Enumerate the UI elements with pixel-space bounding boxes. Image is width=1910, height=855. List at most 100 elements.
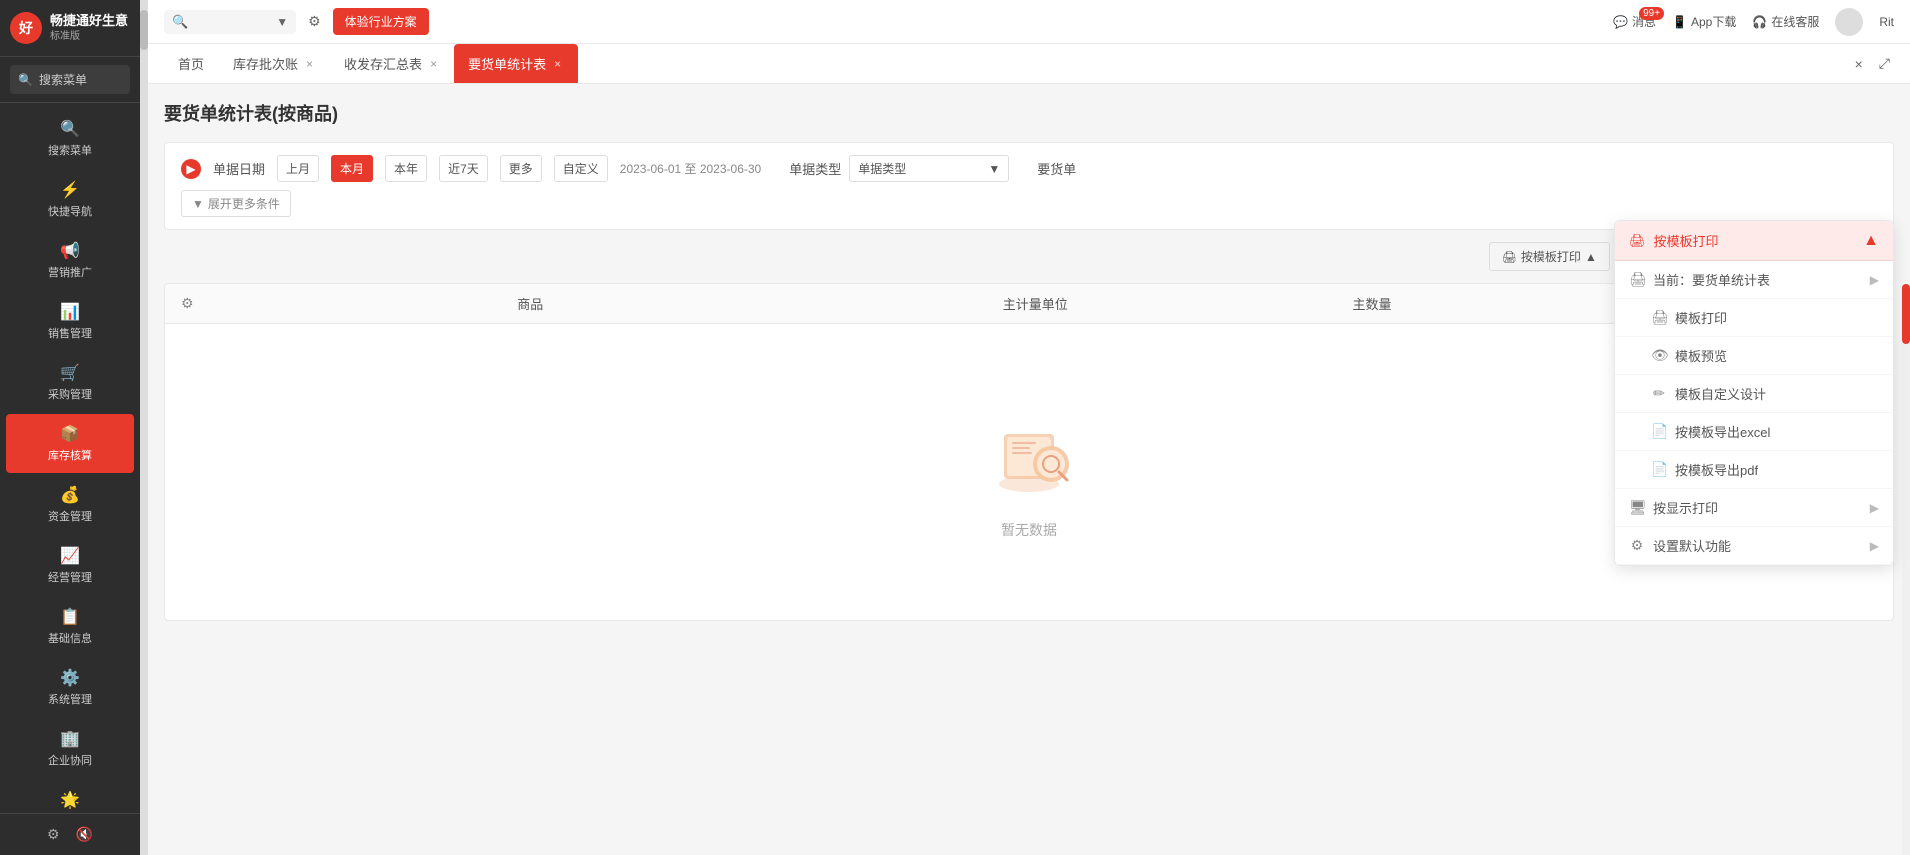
inventory-label: 库存核算 bbox=[48, 447, 92, 463]
header-search-dropdown[interactable]: ▼ bbox=[276, 15, 288, 29]
type-filter-select[interactable]: 单据类型 ▼ bbox=[849, 155, 1009, 182]
header-message[interactable]: 💬 消息 99+ bbox=[1613, 13, 1656, 30]
purchase-icon: 🛒 bbox=[60, 363, 80, 383]
print-icon: 🖨 bbox=[1502, 250, 1517, 264]
dropdown-template-pdf[interactable]: 📄 按模板导出pdf bbox=[1615, 451, 1893, 489]
date-range-display: 2023-06-01 至 2023-06-30 bbox=[620, 160, 761, 177]
search-menu-button[interactable]: 🔍 搜索菜单 bbox=[10, 65, 130, 94]
page-scrollbar-thumb bbox=[1902, 284, 1910, 344]
sidebar-item-system[interactable]: ⚙️ 系统管理 bbox=[6, 658, 134, 717]
header-search-box: 🔍 ▼ bbox=[164, 10, 296, 34]
close-tab-button[interactable]: × bbox=[1851, 52, 1867, 76]
dropdown-header: 🖨 按模板打印 ▲ bbox=[1615, 221, 1893, 261]
message-icon: 💬 bbox=[1613, 15, 1628, 29]
industry-button[interactable]: 体验行业方案 bbox=[333, 8, 429, 35]
tab-order-stats[interactable]: 要货单统计表 × bbox=[454, 44, 578, 83]
search-icon: 🔍 bbox=[60, 119, 80, 139]
sidebar-item-purchase[interactable]: 🛒 采购管理 bbox=[6, 353, 134, 412]
dropdown-current-label: 当前：要货单统计表 bbox=[1653, 270, 1770, 289]
print-dropdown-arrow: ▲ bbox=[1585, 250, 1597, 264]
filter-bar: ▶ 单据日期 上月 本月 本年 近7天 更多 自定义 2023-06-01 至 … bbox=[164, 142, 1894, 230]
col-header-product: 商品 bbox=[194, 294, 867, 313]
date-this-year[interactable]: 本年 bbox=[385, 155, 427, 182]
template-preview-label: 模板预览 bbox=[1675, 346, 1727, 365]
tabs-right-buttons: × ⤢ bbox=[1851, 51, 1894, 76]
sidebar-item-search[interactable]: 🔍 搜索菜单 bbox=[6, 109, 134, 168]
expand-more-button[interactable]: ▼ 展开更多条件 bbox=[181, 190, 291, 217]
template-print-icon: 🖨 bbox=[1651, 309, 1667, 326]
settings-bottom-icon[interactable]: ⚙ bbox=[43, 822, 64, 847]
template-custom-label: 模板自定义设计 bbox=[1675, 384, 1766, 403]
filter-expand-button[interactable]: ▶ bbox=[181, 159, 201, 179]
dropdown-current-item[interactable]: 🖨 当前：要货单统计表 ▶ bbox=[1615, 261, 1893, 299]
message-badge: 99+ bbox=[1639, 7, 1664, 20]
template-custom-icon: ✏ bbox=[1651, 385, 1667, 402]
tab-collect-close[interactable]: × bbox=[428, 58, 439, 70]
expand-more-icon: ▼ bbox=[192, 197, 204, 211]
search-label: 搜索菜单 bbox=[48, 142, 92, 158]
page-scrollbar[interactable] bbox=[1902, 284, 1910, 855]
tab-batch-close[interactable]: × bbox=[304, 58, 315, 70]
dropdown-template-excel[interactable]: 📄 按模板导出excel bbox=[1615, 413, 1893, 451]
type-filter-label: 单据类型 bbox=[789, 159, 841, 178]
dropdown-close-button[interactable]: ▲ bbox=[1863, 232, 1879, 250]
basic-icon: 📋 bbox=[60, 607, 80, 627]
default-func-arrow: ▶ bbox=[1870, 539, 1879, 553]
sidebar-item-operations[interactable]: 📈 经营管理 bbox=[6, 536, 134, 595]
current-icon: 🖨 bbox=[1629, 271, 1645, 288]
dropdown-template-print[interactable]: 🖨 模板打印 bbox=[1615, 299, 1893, 337]
username-label[interactable]: Rit bbox=[1879, 15, 1894, 29]
template-pdf-icon: 📄 bbox=[1651, 461, 1667, 478]
default-func-icon: ⚙ bbox=[1629, 537, 1645, 554]
date-more[interactable]: 更多 bbox=[500, 155, 542, 182]
marketing-icon: 📢 bbox=[60, 241, 80, 261]
shortcut-label: 快捷导航 bbox=[48, 203, 92, 219]
sidebar-item-enterprise[interactable]: 🏢 企业协同 bbox=[6, 719, 134, 778]
tab-batch[interactable]: 库存批次账 × bbox=[219, 44, 330, 83]
template-pdf-label: 按模板导出pdf bbox=[1675, 460, 1758, 479]
mute-bottom-icon[interactable]: 🔇 bbox=[72, 822, 97, 847]
column-settings-button[interactable]: ⚙ bbox=[181, 295, 194, 312]
tab-order-stats-close[interactable]: × bbox=[552, 58, 563, 70]
maximize-button[interactable]: ⤢ bbox=[1875, 51, 1894, 76]
operations-icon: 📈 bbox=[60, 546, 80, 566]
header-search-input[interactable] bbox=[192, 15, 272, 29]
tab-home[interactable]: 首页 bbox=[164, 44, 219, 83]
sidebar: 好 畅捷通好生意 标准版 🔍 搜索菜单 🔍 搜索菜单 ⚡ 快捷导航 📢 营销推广… bbox=[0, 0, 140, 855]
dropdown-template-custom[interactable]: ✏ 模板自定义设计 bbox=[1615, 375, 1893, 413]
user-avatar[interactable] bbox=[1835, 8, 1863, 36]
sidebar-item-inventory[interactable]: 📦 库存核算 bbox=[6, 414, 134, 473]
header-app-download[interactable]: 📱 App下载 bbox=[1672, 13, 1736, 30]
dropdown-header-left: 🖨 按模板打印 bbox=[1629, 231, 1719, 250]
sales-label: 销售管理 bbox=[48, 325, 92, 341]
sidebar-item-finance[interactable]: 💰 资金管理 bbox=[6, 475, 134, 534]
dropdown-template-preview[interactable]: 👁 模板预览 bbox=[1615, 337, 1893, 375]
sidebar-item-marketing[interactable]: 📢 营销推广 bbox=[6, 231, 134, 290]
header-online-service[interactable]: 🎧 在线客服 bbox=[1752, 13, 1819, 30]
sidebar-item-sales[interactable]: 📊 销售管理 bbox=[6, 292, 134, 351]
dropdown-display-print[interactable]: 🖥 按显示打印 ▶ bbox=[1615, 489, 1893, 527]
sidebar-item-basic[interactable]: 📋 基础信息 bbox=[6, 597, 134, 656]
date-7days[interactable]: 近7天 bbox=[439, 155, 488, 182]
sales-icon: 📊 bbox=[60, 302, 80, 322]
sidebar-item-guide[interactable]: 🌟 新手引导 bbox=[6, 780, 134, 813]
print-template-button[interactable]: 🖨 按模板打印 ▲ bbox=[1489, 242, 1610, 271]
logo-text: 畅捷通好生意 标准版 bbox=[50, 13, 128, 43]
top-header: 🔍 ▼ ⚙ 体验行业方案 💬 消息 99+ 📱 App下载 🎧 在线客服 Rit bbox=[148, 0, 1910, 44]
date-custom[interactable]: 自定义 bbox=[554, 155, 608, 182]
filter-row-1: ▶ 单据日期 上月 本月 本年 近7天 更多 自定义 2023-06-01 至 … bbox=[181, 155, 1877, 182]
sidebar-search-area: 🔍 搜索菜单 bbox=[0, 57, 140, 103]
tab-collect[interactable]: 收发存汇总表 × bbox=[330, 44, 454, 83]
tab-home-label: 首页 bbox=[178, 54, 204, 73]
header-gear-button[interactable]: ⚙ bbox=[308, 13, 321, 30]
service-label: 在线客服 bbox=[1771, 13, 1819, 30]
tab-order-stats-label: 要货单统计表 bbox=[468, 54, 546, 73]
date-last-month[interactable]: 上月 bbox=[277, 155, 319, 182]
default-func-label: 设置默认功能 bbox=[1653, 536, 1731, 555]
sidebar-scrollbar[interactable] bbox=[140, 0, 148, 855]
enterprise-label: 企业协同 bbox=[48, 752, 92, 768]
col-header-unit: 主计量单位 bbox=[867, 294, 1204, 313]
dropdown-default-func[interactable]: ⚙ 设置默认功能 ▶ bbox=[1615, 527, 1893, 565]
date-this-month[interactable]: 本月 bbox=[331, 155, 373, 182]
sidebar-item-shortcut[interactable]: ⚡ 快捷导航 bbox=[6, 170, 134, 229]
